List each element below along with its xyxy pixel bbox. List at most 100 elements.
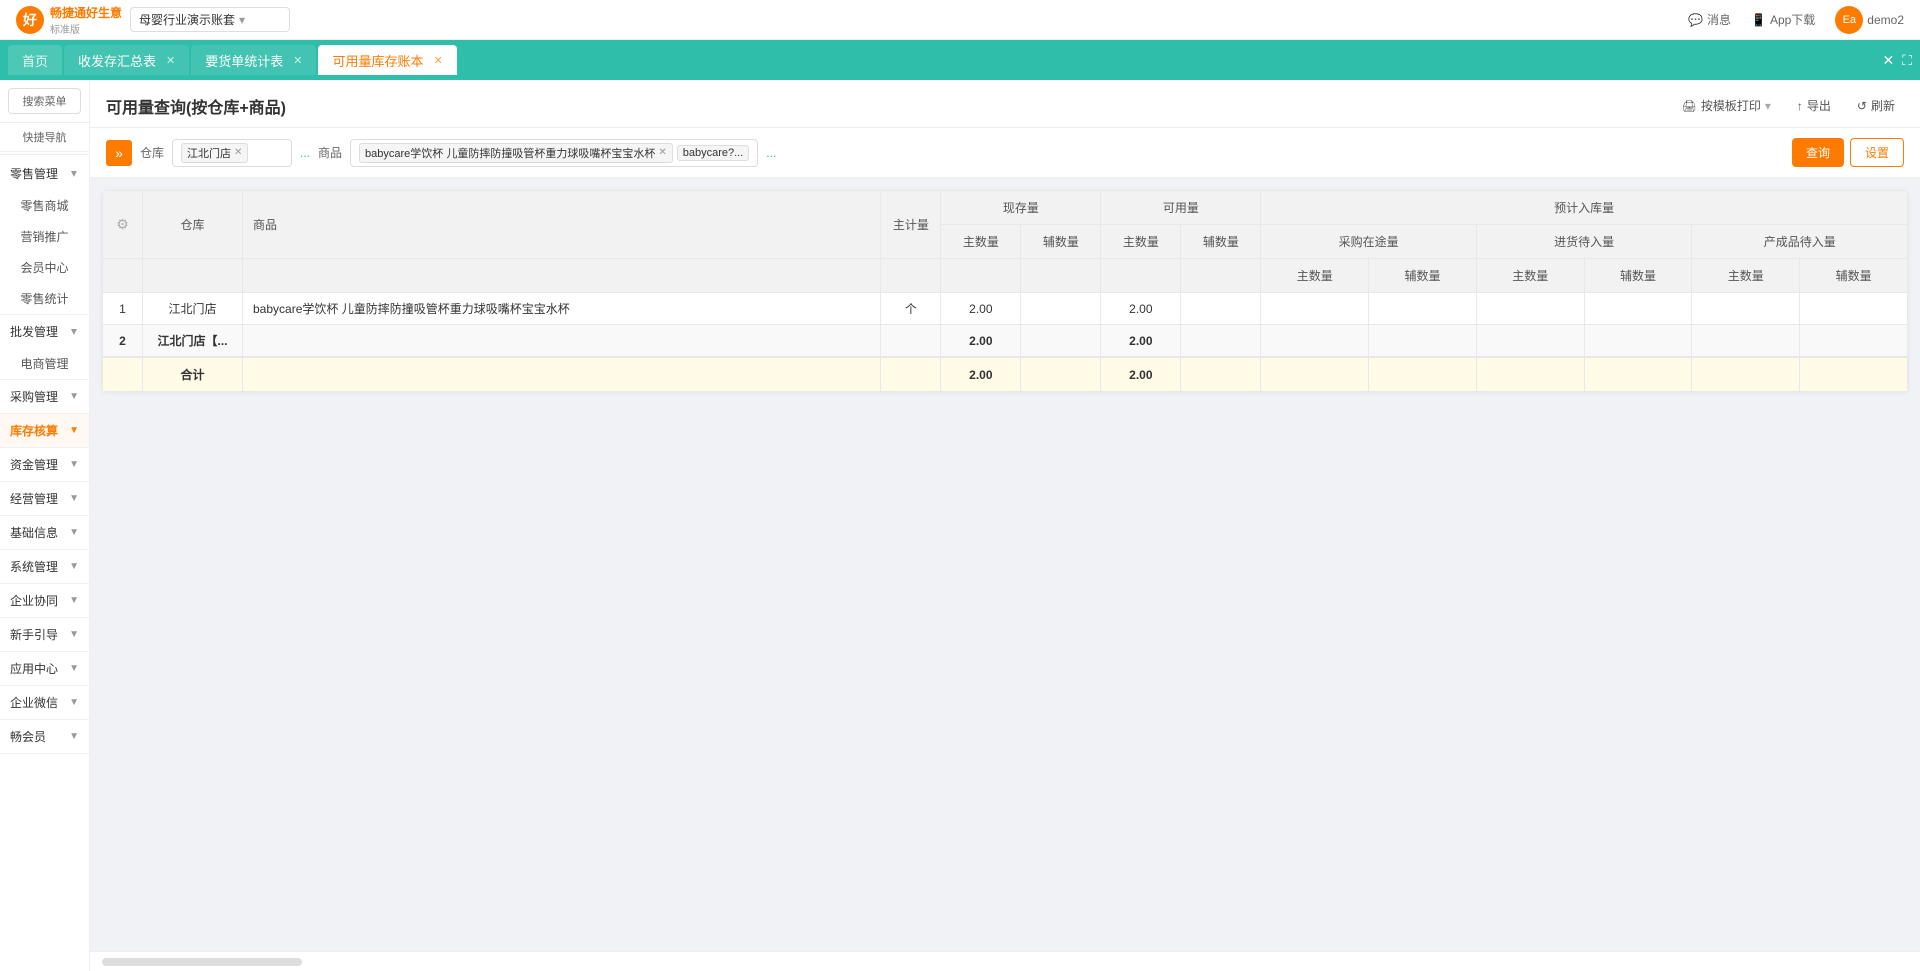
sidebar-group-guide-header[interactable]: 新手引导 ▼	[0, 618, 89, 651]
remove-warehouse-tag-icon[interactable]: ✕	[234, 147, 242, 158]
bottom-scrollbar-area	[90, 951, 1920, 971]
search-menu-btn[interactable]: 搜索菜单	[8, 88, 81, 114]
sidebar-group-basic: 基础信息 ▼	[0, 516, 89, 550]
close-all-tabs-icon[interactable]: ✕	[1882, 52, 1894, 69]
print-icon: 🖨	[1682, 99, 1697, 113]
sidebar-item-ecommerce[interactable]: 电商管理	[0, 348, 89, 379]
top-bar-right: 💬 消息 📱 App下载 Ea demo2	[1688, 6, 1904, 34]
sidebar-item-retail-stats[interactable]: 零售统计	[0, 283, 89, 314]
sidebar-group-system: 系统管理 ▼	[0, 550, 89, 584]
sidebar-group-apps-header[interactable]: 应用中心 ▼	[0, 652, 89, 685]
basic-group-arrow-icon: ▼	[69, 527, 79, 538]
sidebar-group-finance-header[interactable]: 资金管理 ▼	[0, 448, 89, 481]
settings-btn[interactable]: 设置	[1850, 138, 1904, 167]
content-area: 可用量查询(按仓库+商品) 🖨 按模板打印 ▾ ↑ 导出 ↺ 刷新 »	[90, 80, 1920, 971]
tab-actions: ✕ ⛶	[1882, 52, 1912, 69]
sidebar-item-marketing[interactable]: 营销推广	[0, 221, 89, 252]
system-group-arrow-icon: ▼	[69, 561, 79, 572]
sidebar-group-member-header[interactable]: 畅会员 ▼	[0, 720, 89, 753]
tab-receipts[interactable]: 收发存汇总表 ✕	[64, 45, 189, 75]
th-empty-7	[1101, 259, 1181, 293]
horizontal-scrollbar[interactable]	[102, 958, 302, 966]
sidebar-group-purchase: 采购管理 ▼	[0, 380, 89, 414]
export-btn[interactable]: ↑ 导出	[1788, 92, 1840, 119]
warehouse-tag: 江北门店 ✕	[181, 143, 248, 163]
filter-toggle-btn[interactable]: »	[106, 140, 132, 166]
row1-inc-aux	[1584, 293, 1692, 325]
page-title: 可用量查询(按仓库+商品)	[106, 94, 286, 118]
sidebar-group-ops-header[interactable]: 经营管理 ▼	[0, 482, 89, 515]
row2-inc-aux	[1584, 325, 1692, 358]
sidebar-group-wholesale-header[interactable]: 批发管理 ▲	[0, 315, 89, 348]
receipts-tab-label: 收发存汇总表	[78, 51, 156, 70]
sidebar-group-basic-header[interactable]: 基础信息 ▼	[0, 516, 89, 549]
product-more-btn[interactable]: ...	[766, 146, 776, 160]
sidebar-group-ops: 经营管理 ▼	[0, 482, 89, 516]
app-download-btn[interactable]: 📱 App下载	[1751, 11, 1815, 28]
footer-current-main: 2.00	[941, 357, 1021, 392]
sidebar-group-system-header[interactable]: 系统管理 ▼	[0, 550, 89, 583]
sidebar-group-wechat-header[interactable]: 企业微信 ▼	[0, 686, 89, 719]
logo-text: 畅捷通好生意 标准版	[50, 4, 122, 36]
product-filter-input[interactable]: babycare学饮杯 儿童防摔防撞吸管杯重力球吸嘴杯宝宝水杯 ✕ babyca…	[350, 139, 758, 167]
export-icon: ↑	[1797, 99, 1803, 113]
sidebar-item-member-center[interactable]: 会员中心	[0, 252, 89, 283]
retail-group-arrow-icon: ▲	[69, 168, 79, 179]
product-filter-label: 商品	[318, 144, 342, 161]
th-inc-main: 主数量	[1476, 259, 1584, 293]
top-bar: 好 畅捷通好生意 标准版 母婴行业演示账套 ▾ 💬 消息 📱 App下载 Ea …	[0, 0, 1920, 40]
th-production: 产成品待入量	[1692, 225, 1908, 259]
tab-order-stats[interactable]: 要货单统计表 ✕	[191, 45, 316, 75]
th-empty-6	[1021, 259, 1101, 293]
sidebar-group-finance: 资金管理 ▼	[0, 448, 89, 482]
tab-home[interactable]: 首页	[8, 45, 62, 75]
th-available-main: 主数量	[1101, 225, 1181, 259]
print-dropdown-icon: ▾	[1765, 99, 1771, 113]
tab-inventory[interactable]: 可用量库存账本 ✕	[318, 45, 456, 75]
row2-inc-main	[1476, 325, 1584, 358]
row2-current-aux	[1021, 325, 1101, 358]
table-row: 2 江北门店【... 2.00 2.00	[103, 325, 1908, 358]
sidebar-group-inventory-header[interactable]: 库存核算 ▼	[0, 414, 89, 447]
close-inventory-tab-icon[interactable]: ✕	[434, 54, 443, 67]
sidebar-group-wechat: 企业微信 ▼	[0, 686, 89, 720]
user-area[interactable]: Ea demo2	[1835, 6, 1904, 34]
sidebar-group-wholesale: 批发管理 ▲ 电商管理	[0, 315, 89, 380]
th-planned-inbound: 预计入库量	[1261, 191, 1908, 225]
close-order-stats-tab-icon[interactable]: ✕	[293, 54, 302, 67]
row1-unit: 个	[881, 293, 941, 325]
message-icon: 💬	[1688, 13, 1703, 27]
th-product: 商品	[243, 191, 881, 259]
table-area: ⚙ 仓库 商品 主计量 现存量 可用量 预计入库量 主数量 辅数量 主数量 辅数…	[90, 178, 1920, 951]
th-empty-1	[103, 259, 143, 293]
table-settings-icon[interactable]: ⚙	[116, 216, 129, 232]
remove-product-tag1-icon[interactable]: ✕	[658, 147, 666, 158]
sidebar-group-corp-header[interactable]: 企业协同 ▼	[0, 584, 89, 617]
sidebar-shortcut-nav[interactable]: 快捷导航	[0, 123, 89, 152]
footer-available-main: 2.00	[1101, 357, 1181, 392]
row2-prod-main	[1692, 325, 1800, 358]
company-select[interactable]: 母婴行业演示账套 ▾	[130, 7, 290, 32]
logo-area: 好 畅捷通好生意 标准版	[16, 4, 122, 36]
avatar: Ea	[1835, 6, 1863, 34]
member-group-arrow-icon: ▼	[69, 731, 79, 742]
maximize-icon[interactable]: ⛶	[1902, 52, 1912, 69]
message-btn[interactable]: 💬 消息	[1688, 11, 1731, 28]
ops-group-arrow-icon: ▼	[69, 493, 79, 504]
warehouse-filter-input[interactable]: 江北门店 ✕	[172, 139, 292, 167]
th-pur-main: 主数量	[1261, 259, 1369, 293]
warehouse-more-btn[interactable]: ...	[300, 146, 310, 160]
print-btn[interactable]: 🖨 按模板打印 ▾	[1673, 92, 1780, 119]
th-incoming: 进货待入量	[1476, 225, 1692, 259]
refresh-btn[interactable]: ↺ 刷新	[1848, 92, 1904, 119]
close-receipts-tab-icon[interactable]: ✕	[166, 54, 175, 67]
row1-current-aux	[1021, 293, 1101, 325]
sidebar-group-purchase-header[interactable]: 采购管理 ▼	[0, 380, 89, 413]
sidebar-group-retail-header[interactable]: 零售管理 ▲	[0, 157, 89, 190]
sidebar-group-inventory: 库存核算 ▼	[0, 414, 89, 448]
query-btn[interactable]: 查询	[1792, 138, 1844, 167]
row2-available-main: 2.00	[1101, 325, 1181, 358]
header-actions: 🖨 按模板打印 ▾ ↑ 导出 ↺ 刷新	[1673, 92, 1904, 119]
sidebar-item-retail-mall[interactable]: 零售商城	[0, 190, 89, 221]
th-available-aux: 辅数量	[1181, 225, 1261, 259]
